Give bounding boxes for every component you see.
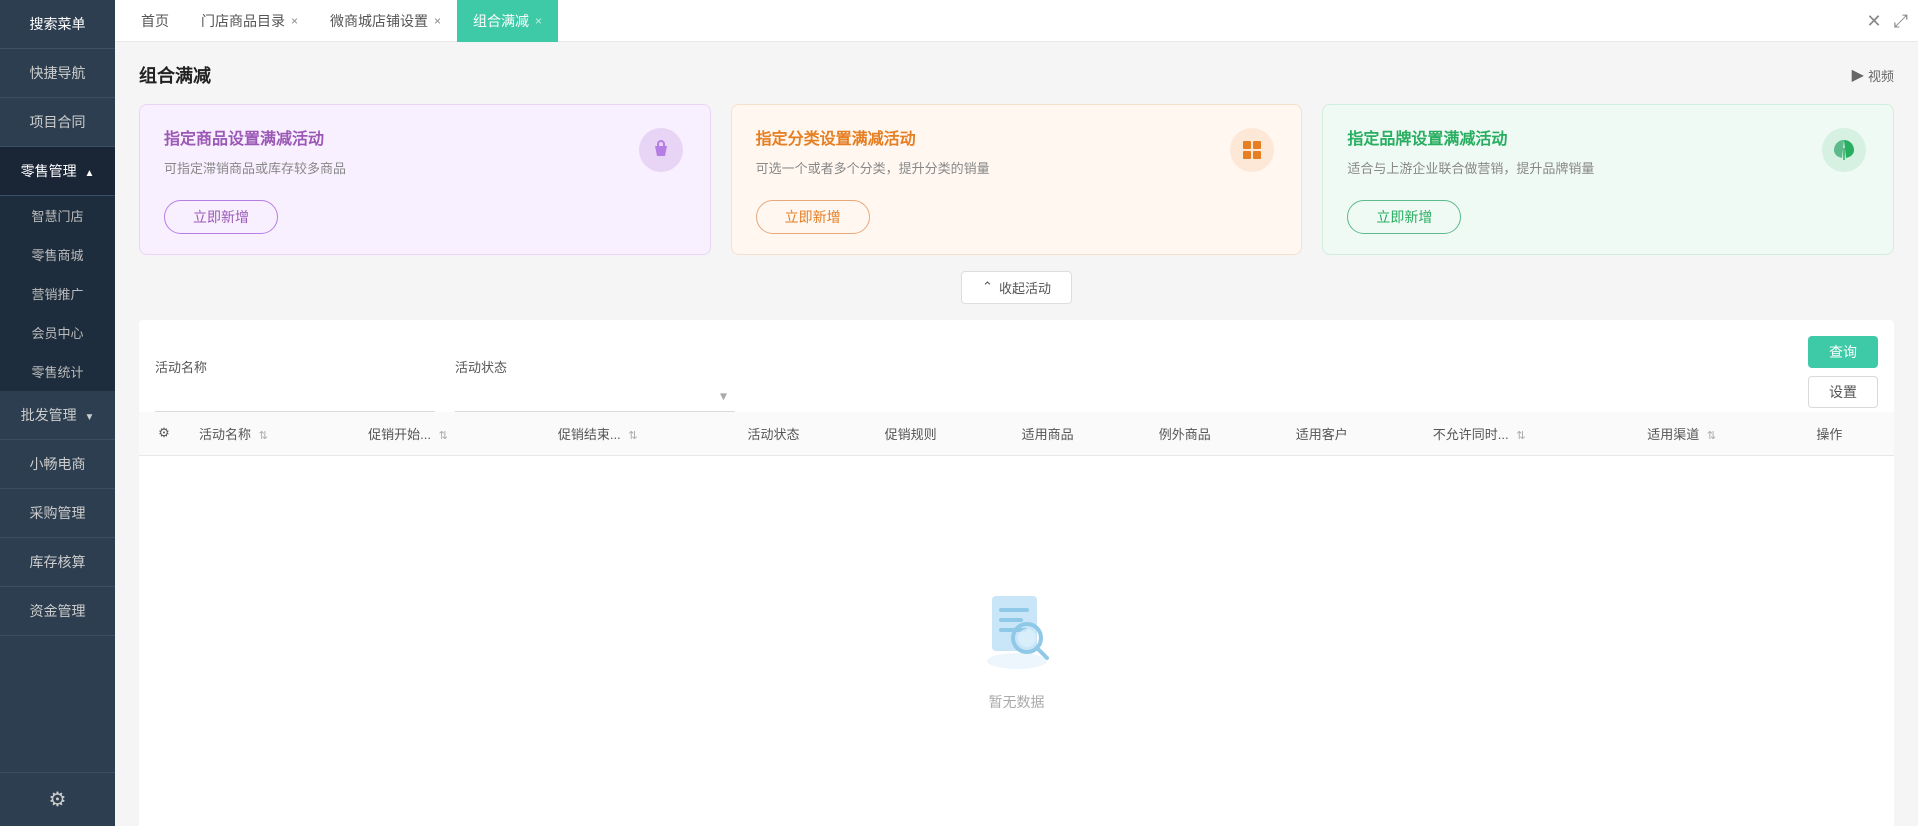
filter-status: 活动状态 进行中 已结束 未开始: [455, 357, 735, 412]
th-start[interactable]: 促销开始... ⇅: [358, 412, 548, 456]
sidebar-subitem-retail-stats[interactable]: 零售统计: [0, 352, 115, 391]
filter-name-label: 活动名称: [155, 357, 435, 376]
close-window-button[interactable]: ✕: [1867, 0, 1882, 42]
sort-channel-icon: ⇅: [1707, 430, 1716, 442]
sidebar-subitem-retail-mall[interactable]: 零售商城: [0, 235, 115, 274]
tab-close-product-catalog[interactable]: ×: [291, 0, 298, 42]
sidebar-retail-submenu: 智慧门店 零售商城 营销推广 会员中心 零售统计: [0, 196, 115, 391]
sidebar-subitem-members[interactable]: 会员中心: [0, 313, 115, 352]
activity-cards: 指定商品设置满减活动 可指定滞销商品或库存较多商品 立即新增 指定分类设置满减活…: [139, 104, 1894, 255]
sidebar-item-wholesale-mgmt[interactable]: 批发管理 ▼: [0, 391, 115, 440]
activity-table: ⚙ 活动名称 ⇅ 促销开始... ⇅ 促销结束... ⇅: [139, 412, 1894, 826]
bag-icon: [636, 125, 686, 175]
tab-bar: 首页 门店商品目录 × 微商城店铺设置 × 组合满减 × ✕ ⤢: [115, 0, 1918, 42]
sidebar-item-xiaochange[interactable]: 小畅电商: [0, 440, 115, 489]
maximize-window-button[interactable]: ⤢: [1894, 0, 1908, 42]
product-card-btn[interactable]: 立即新增: [164, 200, 278, 234]
sidebar-item-inventory[interactable]: 库存核算: [0, 538, 115, 587]
brand-card-desc: 适合与上游企业联合做营销，提升品牌销量: [1347, 159, 1869, 180]
category-card-desc: 可选一个或者多个分类，提升分类的销量: [756, 159, 1278, 180]
product-card-desc: 可指定滞销商品或库存较多商品: [164, 159, 686, 180]
th-end[interactable]: 促销结束... ⇅: [548, 412, 738, 456]
product-card-title: 指定商品设置满减活动: [164, 125, 686, 149]
tab-combo-discount[interactable]: 组合满减 ×: [457, 0, 558, 42]
product-activity-card: 指定商品设置满减活动 可指定滞销商品或库存较多商品 立即新增: [139, 104, 711, 255]
tab-wechat-shop[interactable]: 微商城店铺设置 ×: [314, 0, 457, 42]
query-button[interactable]: 查询: [1808, 336, 1878, 368]
grid-icon: [1227, 125, 1277, 175]
leaf-icon: [1819, 125, 1869, 175]
tab-product-catalog[interactable]: 门店商品目录 ×: [185, 0, 314, 42]
tab-close-wechat-shop[interactable]: ×: [434, 0, 441, 42]
filter-bar: 活动名称 活动状态 进行中 已结束 未开始 查询 设置: [139, 320, 1894, 412]
th-customer: 适用客户: [1286, 412, 1423, 456]
page-title: 组合满减: [139, 62, 211, 88]
tab-home[interactable]: 首页: [125, 0, 185, 42]
sidebar-item-project-contract[interactable]: 项目合同: [0, 98, 115, 147]
filter-actions: 查询 设置: [1808, 336, 1878, 412]
sidebar-item-purchase-mgmt[interactable]: 采购管理: [0, 489, 115, 538]
main-area: 首页 门店商品目录 × 微商城店铺设置 × 组合满减 × ✕ ⤢ 组合满减 ▶ …: [115, 0, 1918, 826]
empty-state: 暂无数据: [159, 516, 1874, 772]
collapse-activities-button[interactable]: ⌃ 收起活动: [961, 271, 1072, 304]
video-button[interactable]: ▶ 视频: [1852, 65, 1894, 85]
th-status: 活动状态: [738, 412, 875, 456]
chevron-up-icon: ⌃: [982, 279, 993, 295]
setting-button[interactable]: 设置: [1808, 376, 1878, 408]
play-circle-icon: ▶: [1852, 65, 1864, 85]
th-no-concurrent[interactable]: 不允许同时... ⇅: [1423, 412, 1637, 456]
brand-card-title: 指定品牌设置满减活动: [1347, 125, 1869, 149]
sort-start-icon: ⇅: [439, 430, 448, 442]
filter-name: 活动名称: [155, 357, 435, 412]
gear-icon: ⚙: [158, 425, 170, 440]
sidebar-subitem-smart-store[interactable]: 智慧门店: [0, 196, 115, 235]
filter-name-input[interactable]: [155, 380, 435, 412]
brand-activity-card: 指定品牌设置满减活动 适合与上游企业联合做营销，提升品牌销量 立即新增: [1322, 104, 1894, 255]
retail-arrow-icon: ▲: [84, 168, 94, 179]
sidebar-item-quick-nav[interactable]: 快捷导航: [0, 49, 115, 98]
content-area: 组合满减 ▶ 视频 指定商品设置满减活动 可指定滞销商品或库存较多商品: [115, 42, 1918, 826]
filter-status-select-wrap: 进行中 已结束 未开始: [455, 380, 735, 412]
th-rule: 促销规则: [875, 412, 1012, 456]
category-card-title: 指定分类设置满减活动: [756, 125, 1278, 149]
table-wrap: ⚙ 活动名称 ⇅ 促销开始... ⇅ 促销结束... ⇅: [139, 412, 1894, 826]
wholesale-arrow-icon: ▼: [84, 412, 94, 423]
sidebar: 搜索菜单 快捷导航 项目合同 零售管理 ▲ 智慧门店 零售商城 营销推广 会员中…: [0, 0, 115, 826]
empty-text: 暂无数据: [179, 692, 1854, 712]
sort-name-icon: ⇅: [259, 430, 268, 442]
th-channel[interactable]: 适用渠道 ⇅: [1637, 412, 1806, 456]
table-body: 暂无数据: [139, 455, 1894, 826]
th-gear[interactable]: ⚙: [139, 412, 189, 456]
sidebar-search[interactable]: 搜索菜单: [0, 0, 115, 49]
sort-concurrent-icon: ⇅: [1516, 430, 1525, 442]
sidebar-item-finance[interactable]: 资金管理: [0, 587, 115, 636]
th-action: 操作: [1806, 412, 1894, 456]
tab-bar-right: ✕ ⤢: [1867, 0, 1909, 42]
brand-card-btn[interactable]: 立即新增: [1347, 200, 1461, 234]
th-name[interactable]: 活动名称 ⇅: [189, 412, 358, 456]
category-activity-card: 指定分类设置满减活动 可选一个或者多个分类，提升分类的销量 立即新增: [731, 104, 1303, 255]
tab-close-combo-discount[interactable]: ×: [535, 0, 542, 42]
sort-end-icon: ⇅: [628, 430, 637, 442]
th-exclude: 例外商品: [1149, 412, 1286, 456]
page-header: 组合满减 ▶ 视频: [139, 62, 1894, 88]
sidebar-item-retail-mgmt[interactable]: 零售管理 ▲: [0, 147, 115, 196]
collapse-bar: ⌃ 收起活动: [139, 271, 1894, 304]
filter-status-label: 活动状态: [455, 357, 735, 376]
sidebar-settings-button[interactable]: ⚙: [0, 772, 115, 826]
th-goods: 适用商品: [1012, 412, 1149, 456]
category-card-btn[interactable]: 立即新增: [756, 200, 870, 234]
empty-illustration: [967, 576, 1067, 676]
sidebar-subitem-marketing[interactable]: 营销推广: [0, 274, 115, 313]
filter-status-select[interactable]: 进行中 已结束 未开始: [455, 380, 735, 412]
